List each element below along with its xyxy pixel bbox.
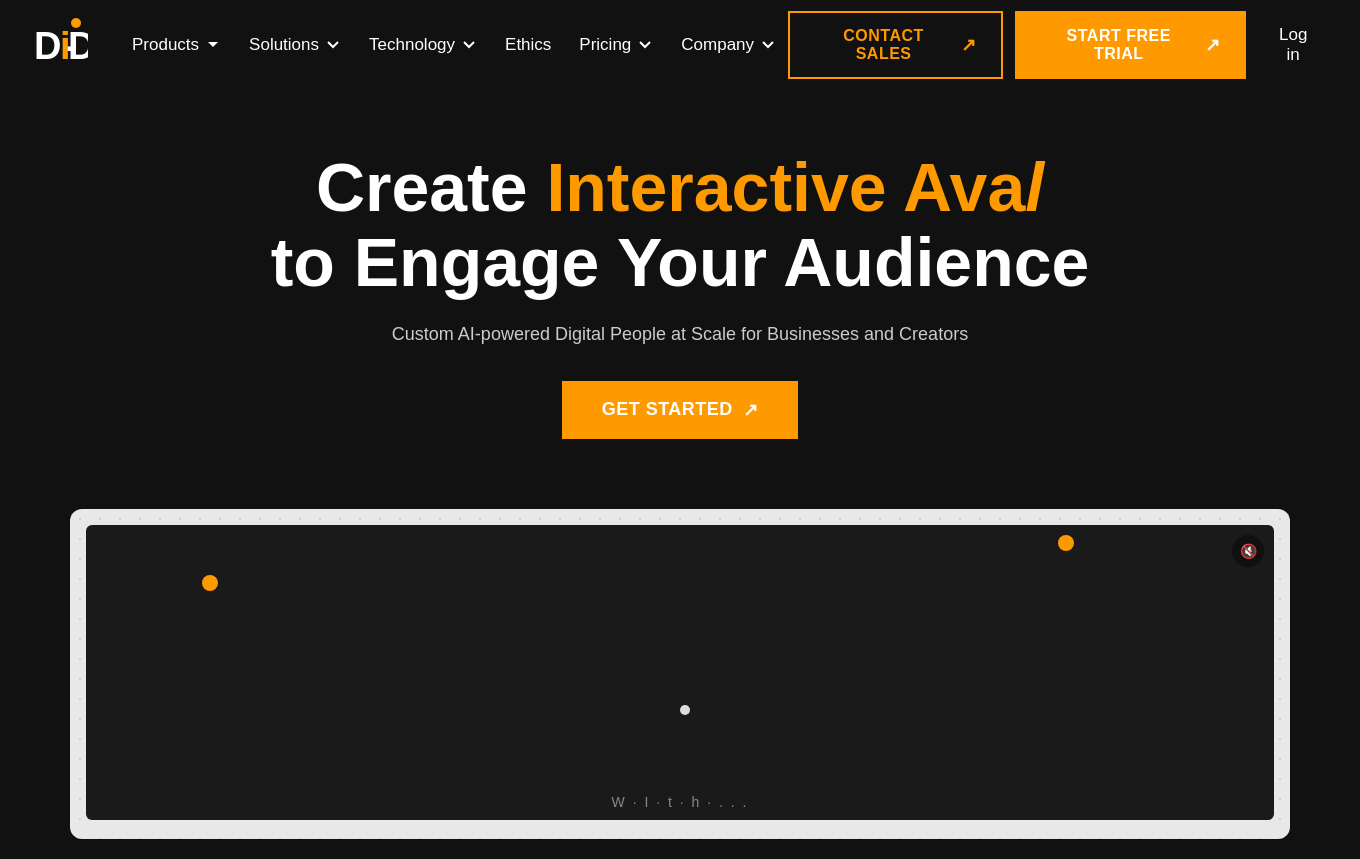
nav-item-solutions[interactable]: Solutions — [237, 27, 353, 63]
logo-link[interactable]: D- i D — [32, 17, 88, 73]
login-button[interactable]: Log in — [1258, 17, 1328, 73]
arrow-icon: ↗ — [743, 399, 759, 421]
dot-decoration-white — [680, 705, 690, 715]
contact-sales-button[interactable]: CONTACT SALES ↗ — [788, 11, 1003, 79]
svg-point-3 — [71, 18, 81, 28]
nav-right: CONTACT SALES ↗ START FREE TRIAL ↗ Log i… — [788, 11, 1328, 79]
nav-left: D- i D Products Solutions — [32, 17, 788, 73]
nav-item-products[interactable]: Products — [120, 27, 233, 63]
demo-area: 🔇 W · I · t · h · . . . — [70, 509, 1290, 839]
hero-title: Create Interactive Aval to Engage Your A… — [271, 150, 1090, 300]
logo-icon: D- i D — [32, 17, 88, 73]
chevron-down-icon — [637, 37, 653, 53]
get-started-button[interactable]: GET STARTED ↗ — [562, 381, 799, 439]
dot-decoration — [202, 575, 218, 591]
chevron-down-icon — [325, 37, 341, 53]
demo-video: 🔇 W · I · t · h · . . . — [86, 525, 1274, 820]
chevron-down-icon — [461, 37, 477, 53]
nav-item-technology[interactable]: Technology — [357, 27, 489, 63]
mute-button[interactable]: 🔇 — [1232, 535, 1264, 567]
arrow-icon: ↗ — [1205, 34, 1221, 56]
chevron-down-icon — [205, 37, 221, 53]
chevron-down-icon — [760, 37, 776, 53]
hero-section: Create Interactive Aval to Engage Your A… — [0, 90, 1360, 479]
demo-bottom-text: W · I · t · h · . . . — [612, 794, 749, 810]
start-free-trial-button[interactable]: START FREE TRIAL ↗ — [1015, 11, 1247, 79]
nav-item-ethics[interactable]: Ethics — [493, 27, 563, 63]
nav-links: Products Solutions Technology Ethics — [120, 27, 788, 63]
nav-item-pricing[interactable]: Pricing — [567, 27, 665, 63]
svg-text:D: D — [68, 25, 88, 67]
dot-decoration — [1058, 535, 1074, 551]
arrow-icon: ↗ — [961, 34, 977, 56]
hero-subtitle: Custom AI-powered Digital People at Scal… — [392, 324, 968, 345]
nav-item-company[interactable]: Company — [669, 27, 788, 63]
navbar: D- i D Products Solutions — [0, 0, 1360, 90]
